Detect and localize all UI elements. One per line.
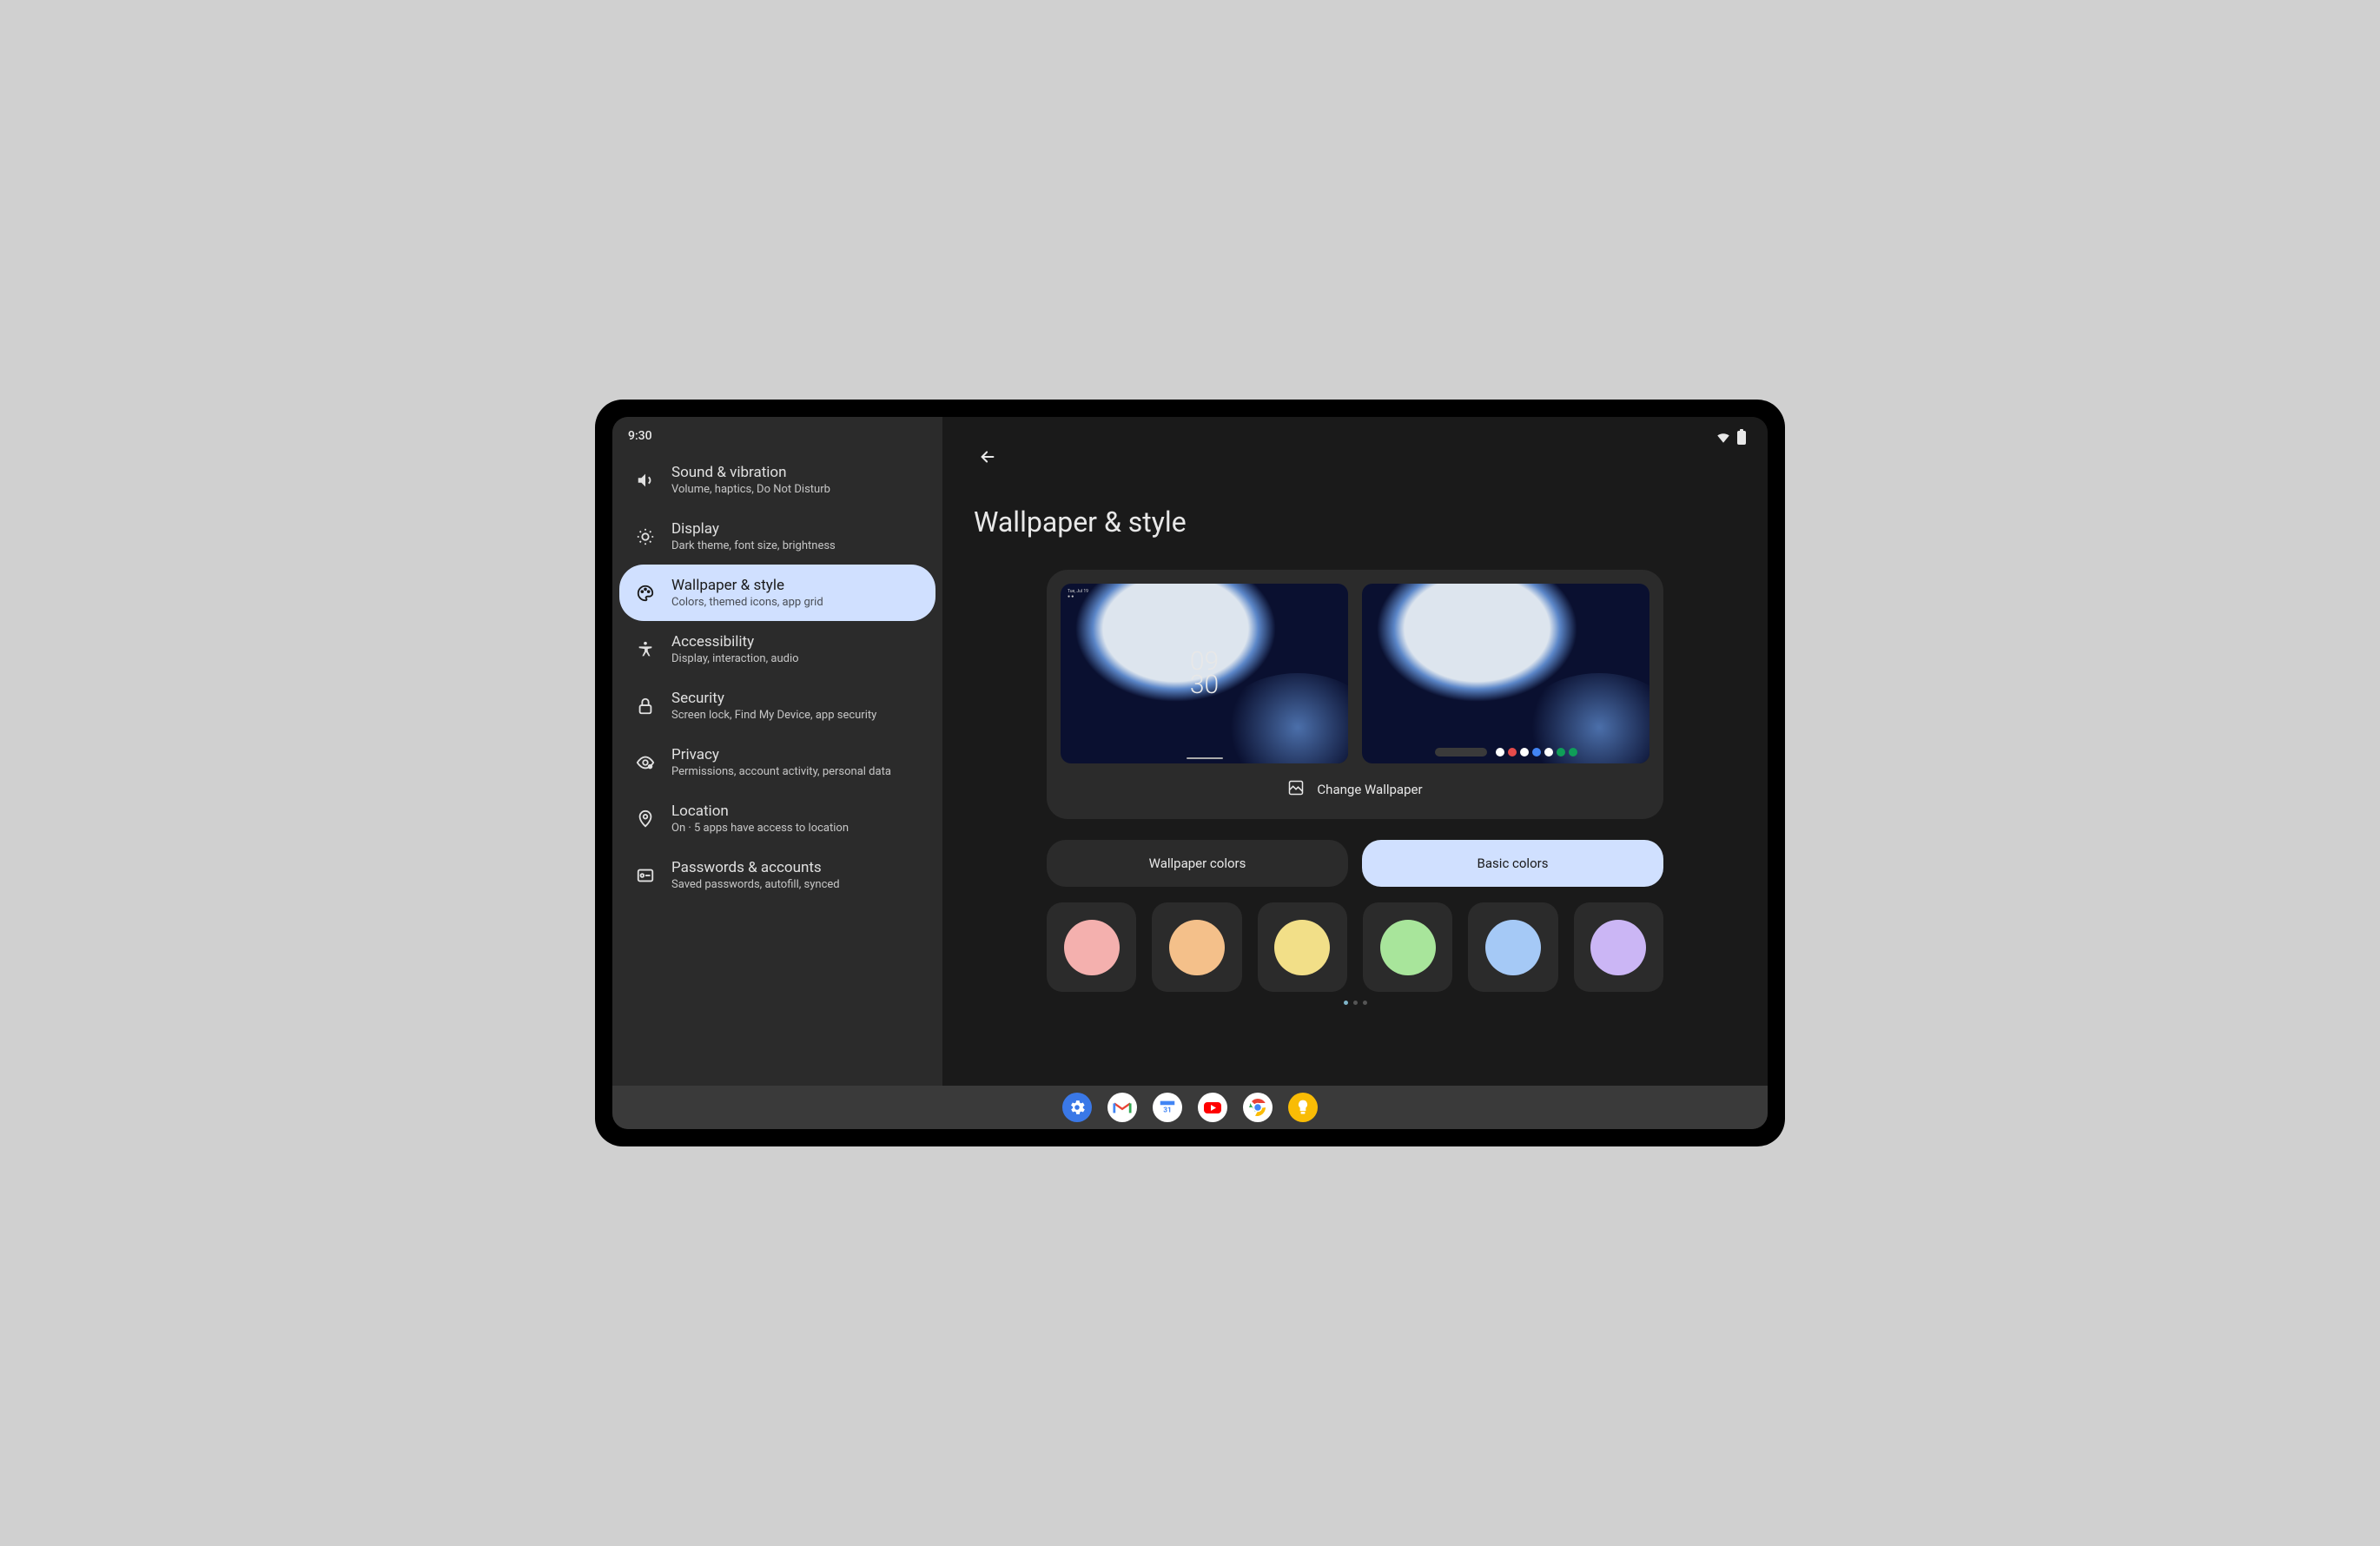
taskbar-app-youtube[interactable]	[1198, 1093, 1227, 1122]
status-bar-left: 9:30	[612, 417, 942, 452]
battery-icon	[1736, 429, 1747, 448]
back-button[interactable]	[974, 443, 1002, 471]
sidebar-item-location[interactable]: Location On · 5 apps have access to locat…	[619, 790, 935, 847]
sidebar-item-accessibility[interactable]: AccessibilityDisplay, interaction, audio	[619, 621, 935, 677]
accessibility-icon	[635, 639, 656, 660]
sidebar-item-wallpaper-style[interactable]: Wallpaper & style Colors, themed icons, a…	[619, 565, 935, 621]
color-swatch-2[interactable]	[1258, 902, 1347, 992]
status-time: 9:30	[628, 429, 652, 443]
svg-text:31: 31	[1163, 1107, 1171, 1115]
sidebar-item-sound-vibration[interactable]: Sound & vibration Volume, haptics, Do Not…	[619, 452, 935, 508]
home-screen-preview[interactable]	[1362, 584, 1649, 763]
taskbar-app-keep[interactable]	[1288, 1093, 1318, 1122]
sidebar-item-subtitle: Volume, haptics, Do Not Disturb	[671, 483, 830, 496]
taskbar-app-chrome[interactable]	[1243, 1093, 1273, 1122]
color-swatch-3[interactable]	[1363, 902, 1452, 992]
sidebar-item-title: Accessibility	[671, 633, 799, 651]
sidebar-item-title: Privacy	[671, 746, 891, 763]
pager-dot[interactable]	[1353, 1001, 1358, 1005]
key-icon	[635, 865, 656, 886]
lock-screen-preview[interactable]: Tue, Jul 19● ● 09 30	[1061, 584, 1348, 763]
sidebar-item-subtitle: Permissions, account activity, personal …	[671, 765, 891, 778]
sidebar-item-display[interactable]: DisplayDark theme, font size, brightness	[619, 508, 935, 565]
sidebar-item-title: Sound & vibration	[671, 464, 830, 481]
main-pane: Wallpaper & style Tue, Jul 19● ● 09 30	[942, 417, 1768, 1086]
pager-dot[interactable]	[1344, 1001, 1348, 1005]
settings-sidebar: 9:30 Sound & vibration Volume, haptics, D…	[612, 417, 942, 1086]
taskbar: 31	[612, 1086, 1768, 1129]
sidebar-item-privacy[interactable]: Privacy Permissions, account activity, pe…	[619, 734, 935, 790]
pager-dot[interactable]	[1363, 1001, 1367, 1005]
swatch-pager	[942, 1001, 1768, 1005]
sidebar-item-subtitle: Dark theme, font size, brightness	[671, 539, 836, 552]
page-title: Wallpaper & style	[942, 479, 1768, 570]
color-swatch-4[interactable]	[1468, 902, 1557, 992]
sidebar-item-subtitle: Saved passwords, autofill, synced	[671, 878, 840, 891]
speaker-icon	[635, 470, 656, 491]
sidebar-item-subtitle: On · 5 apps have access to location	[671, 822, 849, 835]
wallpaper-icon	[1287, 779, 1305, 800]
color-swatches	[1047, 902, 1663, 992]
status-bar-right	[1695, 417, 1768, 460]
sidebar-item-subtitle: Colors, themed icons, app grid	[671, 596, 823, 609]
brightness-icon	[635, 526, 656, 547]
sidebar-item-title: Wallpaper & style	[671, 577, 823, 594]
change-wallpaper-button[interactable]: Change Wallpaper	[1061, 763, 1649, 805]
color-swatch-1[interactable]	[1152, 902, 1241, 992]
wallpaper-preview-card: Tue, Jul 19● ● 09 30	[1047, 570, 1663, 819]
sidebar-item-passwords-accounts[interactable]: Passwords & accounts Saved passwords, aut…	[619, 847, 935, 903]
wifi-icon	[1716, 429, 1731, 448]
color-swatch-5[interactable]	[1574, 902, 1663, 992]
sidebar-item-subtitle: Screen lock, Find My Device, app securit…	[671, 709, 876, 722]
taskbar-app-gmail[interactable]	[1107, 1093, 1137, 1122]
sidebar-item-subtitle: Display, interaction, audio	[671, 652, 799, 665]
sidebar-item-security[interactable]: Security Screen lock, Find My Device, app…	[619, 677, 935, 734]
palette-icon	[635, 583, 656, 604]
screen: 9:30 Sound & vibration Volume, haptics, D…	[612, 417, 1768, 1129]
tablet-frame: 9:30 Sound & vibration Volume, haptics, D…	[595, 400, 1785, 1146]
sidebar-item-title: Location	[671, 803, 849, 820]
color-tabs: Wallpaper colors Basic colors	[1047, 840, 1663, 887]
tab-basic-colors[interactable]: Basic colors	[1362, 840, 1663, 887]
location-icon	[635, 809, 656, 829]
sidebar-item-title: Passwords & accounts	[671, 859, 840, 876]
sidebar-item-title: Security	[671, 690, 876, 707]
lock-icon	[635, 696, 656, 717]
color-swatch-0[interactable]	[1047, 902, 1136, 992]
tab-wallpaper-colors[interactable]: Wallpaper colors	[1047, 840, 1348, 887]
sidebar-item-title: Display	[671, 520, 836, 538]
settings-nav-list: Sound & vibration Volume, haptics, Do Not…	[612, 452, 942, 1086]
taskbar-app-calendar[interactable]: 31	[1153, 1093, 1182, 1122]
change-wallpaper-label: Change Wallpaper	[1317, 782, 1422, 797]
privacy-icon	[635, 752, 656, 773]
content-area: 9:30 Sound & vibration Volume, haptics, D…	[612, 417, 1768, 1086]
taskbar-app-settings[interactable]	[1062, 1093, 1092, 1122]
